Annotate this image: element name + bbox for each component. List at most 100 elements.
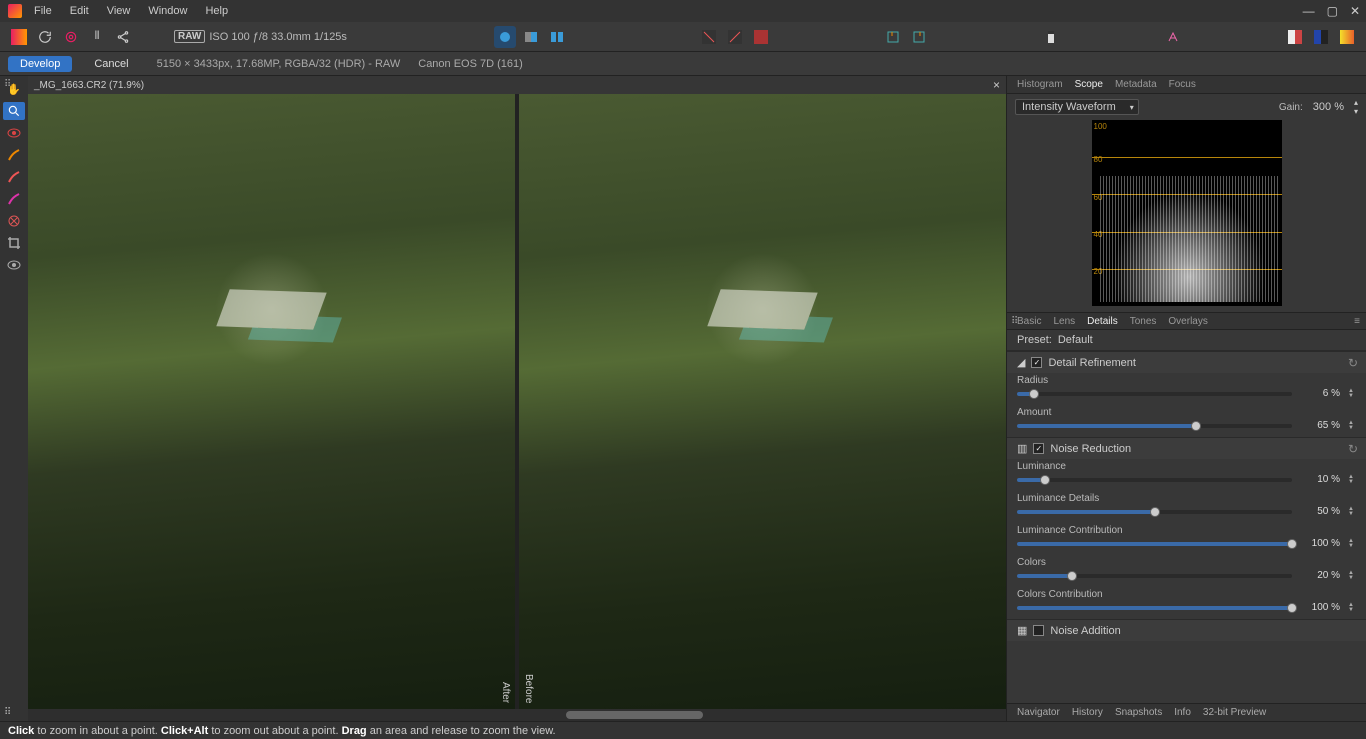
persona-photo-icon[interactable] bbox=[8, 26, 30, 48]
tab-navigator[interactable]: Navigator bbox=[1017, 707, 1060, 718]
panel-menu-icon[interactable]: ≡ bbox=[1354, 316, 1360, 327]
document-close-icon[interactable]: × bbox=[993, 78, 1000, 92]
colors-contribution-stepper[interactable]: ▲▼ bbox=[1346, 603, 1356, 612]
gain-stepper-icon[interactable]: ▴▾ bbox=[1354, 98, 1358, 116]
refresh-icon[interactable] bbox=[34, 26, 56, 48]
menu-file[interactable]: File bbox=[34, 5, 52, 17]
cancel-button[interactable]: Cancel bbox=[82, 56, 140, 72]
develop-button[interactable]: Develop bbox=[8, 56, 72, 72]
tab-history[interactable]: History bbox=[1072, 707, 1103, 718]
luminance-contribution-stepper[interactable]: ▲▼ bbox=[1346, 539, 1356, 548]
detail-refinement-checkbox[interactable] bbox=[1031, 357, 1042, 368]
preset-select[interactable]: Default bbox=[1058, 334, 1093, 346]
live-preview-icon[interactable] bbox=[60, 26, 82, 48]
noise-reduction-checkbox[interactable] bbox=[1033, 443, 1044, 454]
tab-lens[interactable]: Lens bbox=[1053, 316, 1075, 327]
luminance-slider[interactable] bbox=[1017, 478, 1292, 482]
swatch2-icon[interactable] bbox=[1310, 26, 1332, 48]
tab-scope[interactable]: Scope bbox=[1075, 79, 1103, 90]
swatch3-icon[interactable] bbox=[1336, 26, 1358, 48]
tab-details[interactable]: Details bbox=[1087, 316, 1118, 327]
share-icon[interactable] bbox=[112, 26, 134, 48]
image-info: 5150 × 3433px, 17.68MP, RGBA/32 (HDR) - … bbox=[157, 58, 401, 70]
radius-slider[interactable] bbox=[1017, 392, 1292, 396]
luminance-value[interactable]: 10 % bbox=[1298, 474, 1340, 485]
reset-icon[interactable]: ↻ bbox=[1348, 442, 1358, 456]
menu-edit[interactable]: Edit bbox=[70, 5, 89, 17]
radius-label: Radius bbox=[1017, 375, 1356, 386]
tab-focus[interactable]: Focus bbox=[1169, 79, 1196, 90]
radius-value[interactable]: 6 % bbox=[1298, 388, 1340, 399]
luminance-contribution-value[interactable]: 100 % bbox=[1298, 538, 1340, 549]
menu-help[interactable]: Help bbox=[205, 5, 228, 17]
colors-stepper[interactable]: ▲▼ bbox=[1346, 571, 1356, 580]
sliders-icon[interactable]: ⫴ bbox=[86, 26, 108, 48]
crop-tool-icon[interactable] bbox=[3, 234, 25, 252]
rotate-right-icon[interactable] bbox=[908, 26, 930, 48]
image-viewport[interactable]: After Before bbox=[28, 94, 1006, 709]
radius-stepper[interactable]: ▲▼ bbox=[1346, 389, 1356, 398]
luminance-details-value[interactable]: 50 % bbox=[1298, 506, 1340, 517]
preset-label: Preset: bbox=[1017, 334, 1052, 346]
view-split-icon[interactable] bbox=[520, 26, 542, 48]
colors-contribution-value[interactable]: 100 % bbox=[1298, 602, 1340, 613]
panel-grip-icon[interactable]: ⠿ bbox=[4, 79, 9, 90]
tab-32bit-preview[interactable]: 32-bit Preview bbox=[1203, 707, 1266, 718]
horizontal-scrollbar[interactable] bbox=[28, 709, 1006, 721]
clip-shadows-icon[interactable] bbox=[698, 26, 720, 48]
redeye-tool-icon[interactable] bbox=[3, 124, 25, 142]
colors-value[interactable]: 20 % bbox=[1298, 570, 1340, 581]
amount-label: Amount bbox=[1017, 407, 1356, 418]
view-single-icon[interactable] bbox=[494, 26, 516, 48]
minimize-icon[interactable]: — bbox=[1303, 4, 1315, 18]
colors-contribution-slider[interactable] bbox=[1017, 606, 1292, 610]
view-mirror-icon[interactable] bbox=[546, 26, 568, 48]
panel-grip-icon[interactable]: ⠿ bbox=[1011, 316, 1016, 327]
panel-grip-icon[interactable]: ⠿ bbox=[4, 707, 9, 718]
swatch1-icon[interactable] bbox=[1284, 26, 1306, 48]
exif-info: ISO 100 ƒ/8 33.0mm 1/125s bbox=[209, 31, 347, 43]
overlay-erase-tool-icon[interactable] bbox=[3, 190, 25, 208]
overlay-gradient-tool-icon[interactable] bbox=[3, 212, 25, 230]
colors-contribution-label: Colors Contribution bbox=[1017, 589, 1356, 600]
luminance-details-slider[interactable] bbox=[1017, 510, 1292, 514]
amount-value[interactable]: 65 % bbox=[1298, 420, 1340, 431]
rotate-left-icon[interactable] bbox=[882, 26, 904, 48]
menu-view[interactable]: View bbox=[107, 5, 131, 17]
zoom-tool-icon[interactable] bbox=[3, 102, 25, 120]
auto-icon[interactable] bbox=[1162, 26, 1184, 48]
scope-mode-select[interactable]: Intensity Waveform▾ bbox=[1015, 99, 1139, 115]
white-balance-tool-icon[interactable] bbox=[1040, 26, 1062, 48]
close-icon[interactable]: ✕ bbox=[1350, 4, 1360, 18]
clip-tones-icon[interactable] bbox=[750, 26, 772, 48]
amount-slider[interactable] bbox=[1017, 424, 1292, 428]
menu-window[interactable]: Window bbox=[148, 5, 187, 17]
clip-highlights-icon[interactable] bbox=[724, 26, 746, 48]
raw-badge: RAW bbox=[174, 30, 205, 43]
reset-icon[interactable]: ↻ bbox=[1348, 356, 1358, 370]
noise-addition-title: Noise Addition bbox=[1050, 625, 1120, 637]
gain-value[interactable]: 300 % bbox=[1313, 101, 1344, 113]
tab-overlays[interactable]: Overlays bbox=[1168, 316, 1207, 327]
whitebalance-tool-icon[interactable] bbox=[3, 256, 25, 274]
noise-addition-icon: ▦ bbox=[1017, 624, 1027, 637]
noise-addition-checkbox[interactable] bbox=[1033, 625, 1044, 636]
maximize-icon[interactable]: ▢ bbox=[1327, 4, 1338, 18]
luminance-contribution-slider[interactable] bbox=[1017, 542, 1292, 546]
tab-basic[interactable]: Basic bbox=[1017, 316, 1041, 327]
amount-stepper[interactable]: ▲▼ bbox=[1346, 421, 1356, 430]
develop-tabs: ⠿ Basic Lens Details Tones Overlays ≡ bbox=[1007, 312, 1366, 330]
panel-tabs: ⠿ Histogram Scope Metadata Focus bbox=[1007, 76, 1366, 94]
colors-slider[interactable] bbox=[1017, 574, 1292, 578]
overlay-paint-tool-icon[interactable] bbox=[3, 168, 25, 186]
document-tab[interactable]: _MG_1663.CR2 (71.9%) bbox=[34, 80, 144, 91]
tab-snapshots[interactable]: Snapshots bbox=[1115, 707, 1162, 718]
luminance-stepper[interactable]: ▲▼ bbox=[1346, 475, 1356, 484]
tab-metadata[interactable]: Metadata bbox=[1115, 79, 1157, 90]
detail-icon: ◢ bbox=[1017, 356, 1025, 369]
tab-tones[interactable]: Tones bbox=[1130, 316, 1157, 327]
luminance-details-stepper[interactable]: ▲▼ bbox=[1346, 507, 1356, 516]
blemish-tool-icon[interactable] bbox=[3, 146, 25, 164]
tab-info[interactable]: Info bbox=[1174, 707, 1191, 718]
tab-histogram[interactable]: Histogram bbox=[1017, 79, 1063, 90]
